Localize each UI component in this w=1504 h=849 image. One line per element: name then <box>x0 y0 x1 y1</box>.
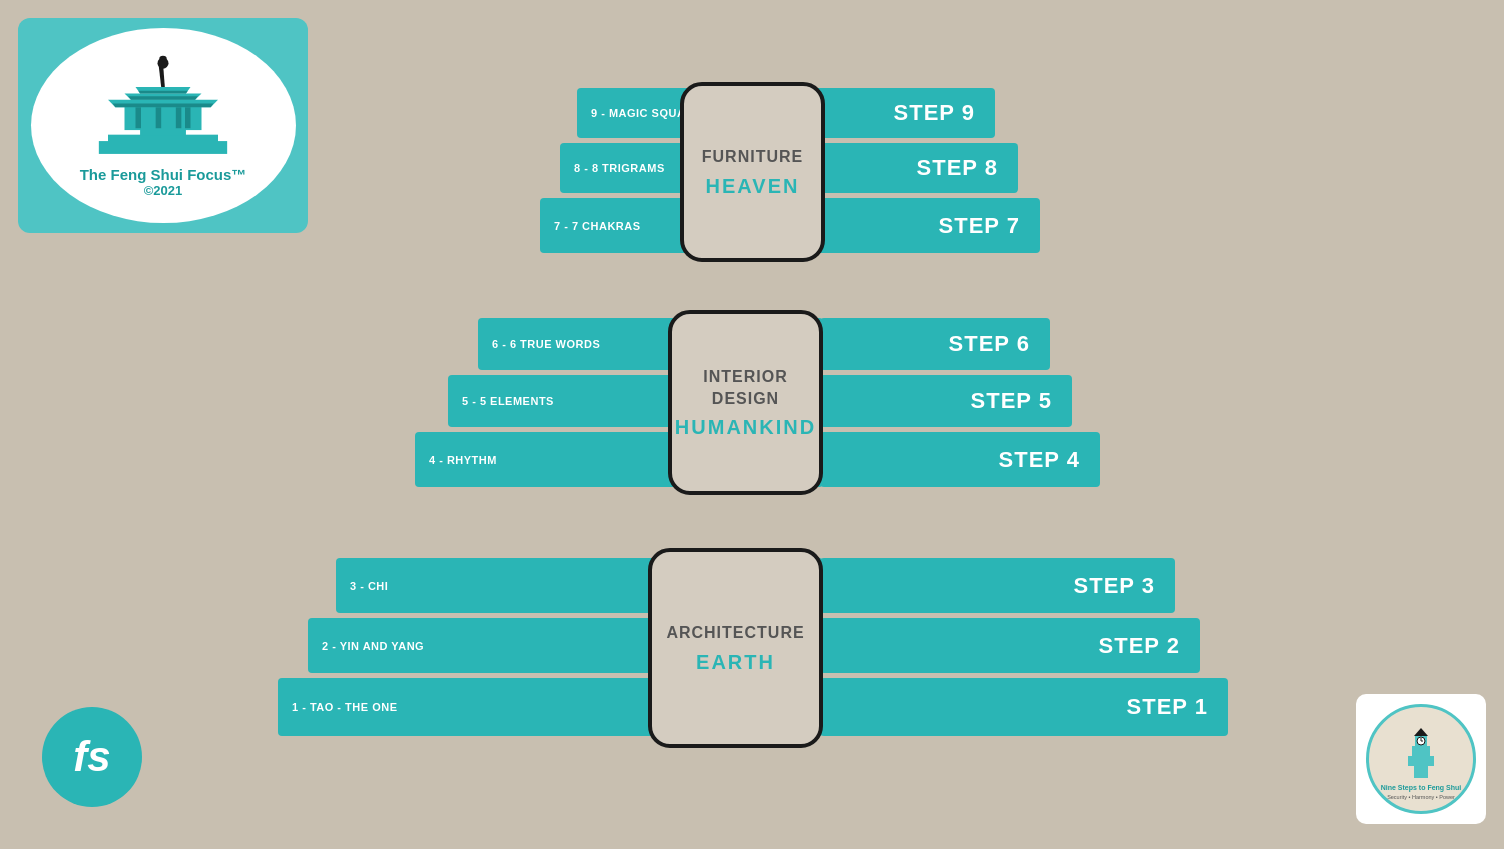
bar-step4-step: STEP 4 <box>999 447 1100 473</box>
bar-step9-step: STEP 9 <box>894 100 995 126</box>
svg-rect-8 <box>185 106 191 128</box>
nine-steps-icon <box>1386 718 1456 783</box>
heaven-card-subtitle: HEAVEN <box>706 175 800 198</box>
bar-step1-step: STEP 1 <box>1127 694 1228 720</box>
earth-card-subtitle: EARTH <box>696 651 775 674</box>
logo-inner: The Feng Shui Focus™ ©2021 <box>31 28 296 223</box>
bar-step5-right: STEP 5 <box>820 375 1072 427</box>
svg-rect-7 <box>176 106 182 128</box>
heaven-card-title: FURNITURE <box>702 146 803 168</box>
nine-steps-title: Nine Steps to Feng Shui <box>1381 783 1462 792</box>
fs-circle: fs <box>42 707 142 807</box>
humankind-card-subtitle: HUMANKIND <box>675 416 816 439</box>
bar-step2-label: 2 - YIN AND YANG <box>308 640 424 652</box>
bar-step3-label: 3 - CHI <box>336 580 388 592</box>
logo-year: ©2021 <box>144 183 183 198</box>
humankind-card-title2: DESIGN <box>712 388 779 410</box>
temple-icon <box>83 54 243 164</box>
heaven-card: FURNITURE HEAVEN <box>680 82 825 262</box>
svg-marker-14 <box>138 90 188 93</box>
bar-step8-right: STEP 8 <box>820 143 1018 193</box>
bar-step2-step: STEP 2 <box>1099 633 1200 659</box>
svg-rect-1 <box>108 134 218 143</box>
bar-step5-label: 5 - 5 ELEMENTS <box>448 395 554 407</box>
svg-marker-12 <box>128 96 198 100</box>
svg-point-17 <box>159 55 166 61</box>
bar-step6-step: STEP 6 <box>949 331 1050 357</box>
svg-marker-10 <box>113 103 214 107</box>
bar-step6-label: 6 - 6 TRUE WORDS <box>478 338 600 350</box>
bar-step4-right: STEP 4 <box>820 432 1100 487</box>
svg-rect-5 <box>136 106 142 128</box>
bar-step4-label: 4 - RHYTHM <box>415 454 497 466</box>
bar-step6-right: STEP 6 <box>820 318 1050 370</box>
bar-step7-step: STEP 7 <box>939 213 1040 239</box>
earth-card: ARCHITECTURE EARTH <box>648 548 823 748</box>
bar-step2-right: STEP 2 <box>820 618 1200 673</box>
bar-step3-step: STEP 3 <box>1074 573 1175 599</box>
bar-step3-right: STEP 3 <box>820 558 1175 613</box>
svg-rect-6 <box>156 106 162 128</box>
logo-container: The Feng Shui Focus™ ©2021 <box>18 18 308 233</box>
bar-step1-label: 1 - TAO - THE ONE <box>278 701 397 713</box>
bar-step1-right: STEP 1 <box>820 678 1228 736</box>
humankind-card: INTERIOR DESIGN HUMANKIND <box>668 310 823 495</box>
svg-marker-22 <box>1414 728 1428 736</box>
bar-step8-label: 8 - 8 TRIGRAMS <box>560 162 665 174</box>
humankind-card-title1: INTERIOR <box>703 366 787 388</box>
bar-step5-step: STEP 5 <box>971 388 1072 414</box>
fs-label: fs <box>73 733 110 781</box>
nine-steps-badge: Nine Steps to Feng Shui Security • Harmo… <box>1356 694 1486 824</box>
bar-step7-label: 7 - 7 CHAKRAS <box>540 220 641 232</box>
nine-steps-subtitle: Security • Harmony • Power <box>1387 794 1455 800</box>
earth-card-title: ARCHITECTURE <box>666 622 804 644</box>
bar-step8-step: STEP 8 <box>917 155 1018 181</box>
bar-step9-right: STEP 9 <box>820 88 995 138</box>
nine-steps-circle: Nine Steps to Feng Shui Security • Harmo… <box>1366 704 1476 814</box>
logo-title: The Feng Shui Focus™ <box>80 166 247 183</box>
bar-step7-right: STEP 7 <box>820 198 1040 253</box>
